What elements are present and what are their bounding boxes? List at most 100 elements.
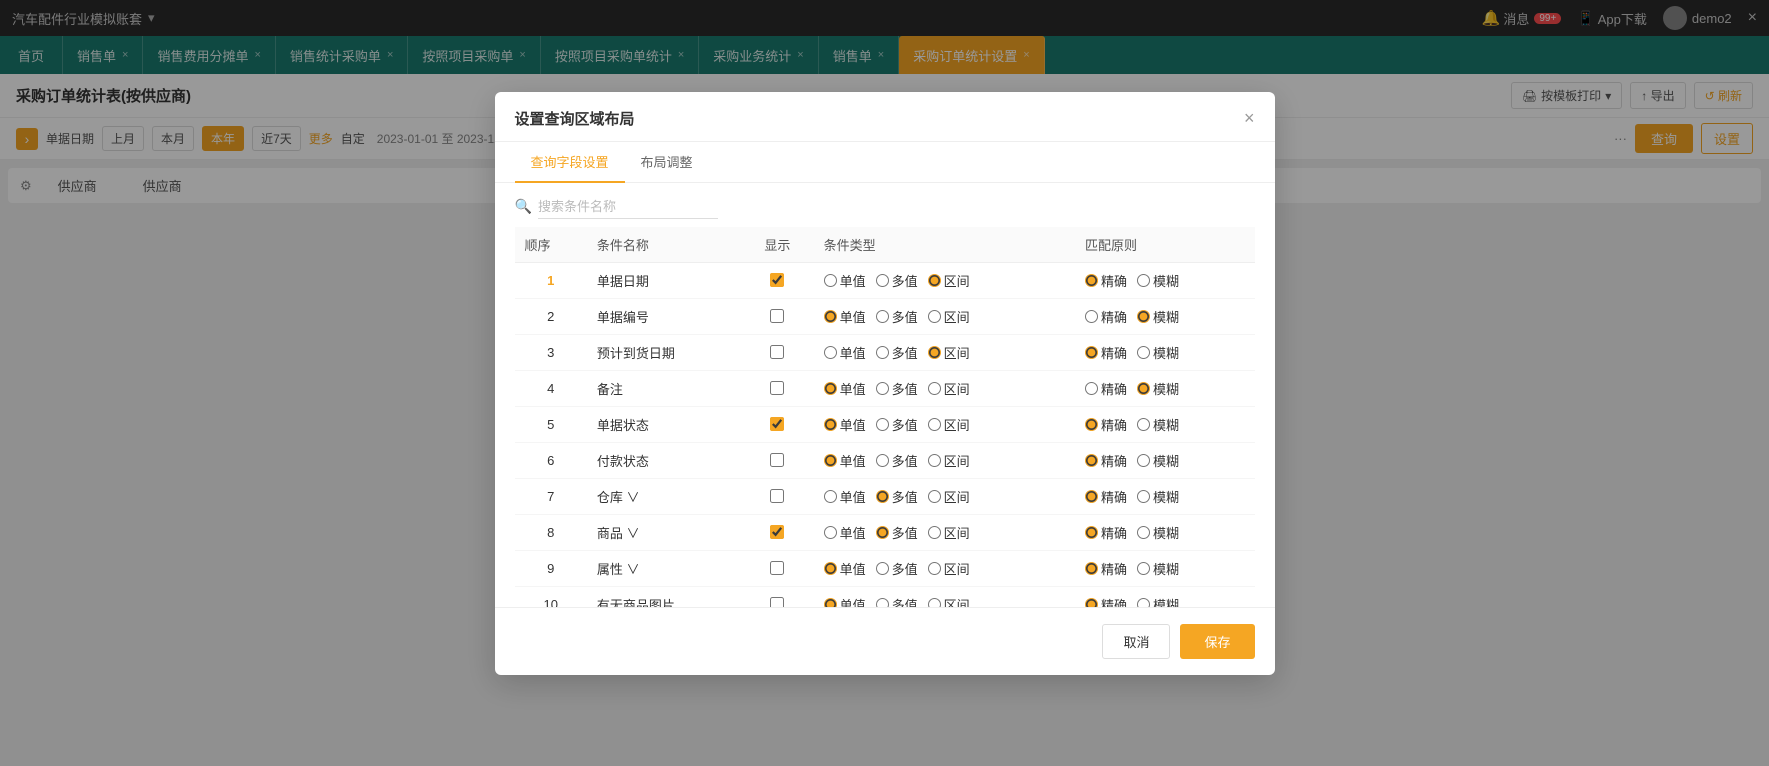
type-radio-option[interactable]: 单值: [824, 343, 866, 362]
type-radio-option[interactable]: 单值: [824, 559, 866, 578]
table-row: 4备注单值多值区间精确模糊: [515, 370, 1255, 406]
tab-query-fields[interactable]: 查询字段设置: [515, 142, 625, 183]
cell-type[interactable]: 单值多值区间: [814, 442, 1075, 478]
type-radio-option[interactable]: 区间: [928, 451, 970, 470]
search-input[interactable]: [538, 195, 718, 219]
match-radio-option[interactable]: 模糊: [1137, 595, 1179, 607]
type-radio-option[interactable]: 区间: [928, 559, 970, 578]
type-radio-option[interactable]: 单值: [824, 523, 866, 542]
type-radio-option[interactable]: 区间: [928, 595, 970, 607]
match-radio-option[interactable]: 精确: [1085, 523, 1127, 542]
type-radio-option[interactable]: 多值: [876, 523, 918, 542]
cell-display[interactable]: [741, 550, 813, 586]
type-radio-option[interactable]: 单值: [824, 451, 866, 470]
match-radio-option[interactable]: 模糊: [1137, 415, 1179, 434]
cell-display[interactable]: [741, 406, 813, 442]
display-checkbox[interactable]: [770, 453, 784, 467]
type-radio-option[interactable]: 区间: [928, 523, 970, 542]
conditions-table: 顺序 条件名称 显示 条件类型 匹配原则 1单据日期单值多值区间精确模糊2单据编…: [515, 227, 1255, 607]
type-radio-option[interactable]: 多值: [876, 559, 918, 578]
type-radio-option[interactable]: 多值: [876, 379, 918, 398]
display-checkbox[interactable]: [770, 597, 784, 607]
display-checkbox[interactable]: [770, 309, 784, 323]
cell-name: 备注: [587, 370, 741, 406]
match-radio-option[interactable]: 精确: [1085, 379, 1127, 398]
cell-match[interactable]: 精确模糊: [1075, 442, 1255, 478]
type-radio-option[interactable]: 多值: [876, 343, 918, 362]
type-radio-option[interactable]: 多值: [876, 595, 918, 607]
type-radio-option[interactable]: 多值: [876, 307, 918, 326]
match-radio-option[interactable]: 精确: [1085, 487, 1127, 506]
display-checkbox[interactable]: [770, 525, 784, 539]
type-radio-option[interactable]: 区间: [928, 271, 970, 290]
cell-type[interactable]: 单值多值区间: [814, 370, 1075, 406]
cell-match[interactable]: 精确模糊: [1075, 298, 1255, 334]
cell-type[interactable]: 单值多值区间: [814, 586, 1075, 607]
display-checkbox[interactable]: [770, 381, 784, 395]
display-checkbox[interactable]: [770, 489, 784, 503]
type-radio-option[interactable]: 单值: [824, 487, 866, 506]
match-radio-option[interactable]: 模糊: [1137, 523, 1179, 542]
type-radio-option[interactable]: 区间: [928, 343, 970, 362]
tab-layout-adjust[interactable]: 布局调整: [625, 142, 709, 183]
type-radio-option[interactable]: 区间: [928, 415, 970, 434]
match-radio-option[interactable]: 精确: [1085, 559, 1127, 578]
display-checkbox[interactable]: [770, 273, 784, 287]
match-radio-option[interactable]: 模糊: [1137, 451, 1179, 470]
cell-display[interactable]: [741, 334, 813, 370]
match-radio-option[interactable]: 模糊: [1137, 559, 1179, 578]
cell-match[interactable]: 精确模糊: [1075, 262, 1255, 298]
display-checkbox[interactable]: [770, 345, 784, 359]
dialog-close-btn[interactable]: ×: [1244, 109, 1255, 127]
cell-match[interactable]: 精确模糊: [1075, 406, 1255, 442]
cell-type[interactable]: 单值多值区间: [814, 262, 1075, 298]
match-radio-option[interactable]: 精确: [1085, 451, 1127, 470]
match-radio-option[interactable]: 精确: [1085, 415, 1127, 434]
cell-display[interactable]: [741, 298, 813, 334]
cancel-btn[interactable]: 取消: [1102, 624, 1170, 659]
cell-type[interactable]: 单值多值区间: [814, 406, 1075, 442]
type-radio-option[interactable]: 多值: [876, 271, 918, 290]
cell-display[interactable]: [741, 586, 813, 607]
type-radio-option[interactable]: 单值: [824, 379, 866, 398]
match-radio-option[interactable]: 模糊: [1137, 487, 1179, 506]
cell-type[interactable]: 单值多值区间: [814, 334, 1075, 370]
type-radio-option[interactable]: 单值: [824, 271, 866, 290]
type-radio-option[interactable]: 单值: [824, 307, 866, 326]
type-radio-option[interactable]: 多值: [876, 415, 918, 434]
cell-display[interactable]: [741, 442, 813, 478]
cell-type[interactable]: 单值多值区间: [814, 514, 1075, 550]
display-checkbox[interactable]: [770, 561, 784, 575]
match-radio-option[interactable]: 精确: [1085, 271, 1127, 290]
cell-display[interactable]: [741, 514, 813, 550]
save-btn[interactable]: 保存: [1180, 624, 1254, 659]
cell-match[interactable]: 精确模糊: [1075, 586, 1255, 607]
cell-display[interactable]: [741, 370, 813, 406]
cell-name: 仓库 ∨: [587, 478, 741, 514]
type-radio-option[interactable]: 多值: [876, 487, 918, 506]
match-radio-option[interactable]: 精确: [1085, 595, 1127, 607]
match-radio-option[interactable]: 模糊: [1137, 379, 1179, 398]
type-radio-option[interactable]: 区间: [928, 307, 970, 326]
type-radio-option[interactable]: 单值: [824, 595, 866, 607]
type-radio-option[interactable]: 区间: [928, 487, 970, 506]
cell-match[interactable]: 精确模糊: [1075, 550, 1255, 586]
cell-match[interactable]: 精确模糊: [1075, 478, 1255, 514]
type-radio-option[interactable]: 多值: [876, 451, 918, 470]
cell-type[interactable]: 单值多值区间: [814, 298, 1075, 334]
cell-match[interactable]: 精确模糊: [1075, 514, 1255, 550]
type-radio-option[interactable]: 区间: [928, 379, 970, 398]
cell-type[interactable]: 单值多值区间: [814, 478, 1075, 514]
cell-type[interactable]: 单值多值区间: [814, 550, 1075, 586]
cell-match[interactable]: 精确模糊: [1075, 334, 1255, 370]
display-checkbox[interactable]: [770, 417, 784, 431]
match-radio-option[interactable]: 模糊: [1137, 271, 1179, 290]
cell-display[interactable]: [741, 262, 813, 298]
cell-display[interactable]: [741, 478, 813, 514]
match-radio-option[interactable]: 模糊: [1137, 343, 1179, 362]
cell-match[interactable]: 精确模糊: [1075, 370, 1255, 406]
match-radio-option[interactable]: 模糊: [1137, 307, 1179, 326]
match-radio-option[interactable]: 精确: [1085, 343, 1127, 362]
type-radio-option[interactable]: 单值: [824, 415, 866, 434]
match-radio-option[interactable]: 精确: [1085, 307, 1127, 326]
